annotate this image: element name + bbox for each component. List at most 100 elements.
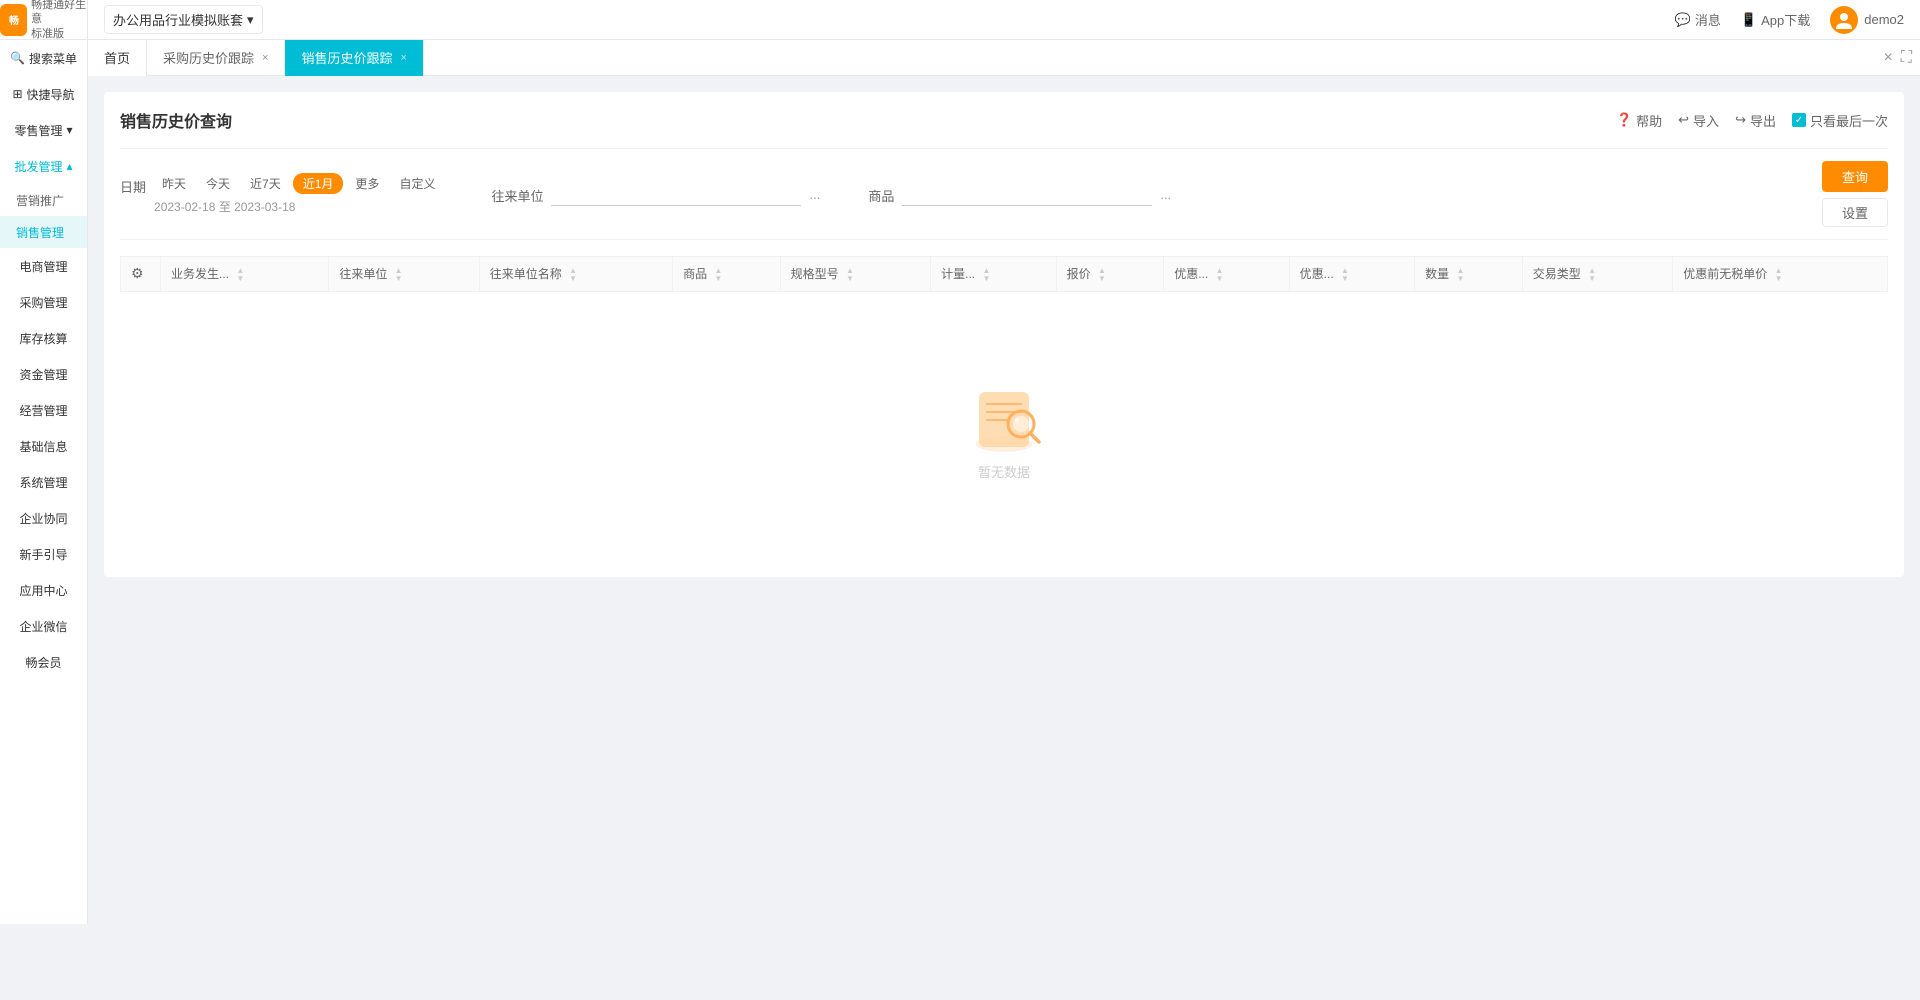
product-input-group: ... (902, 182, 1171, 206)
sidebar-item-finance[interactable]: 资金管理 (0, 356, 87, 392)
sidebar-item-system[interactable]: 系统管理 (0, 464, 87, 500)
date-btn-custom[interactable]: 自定义 (391, 173, 443, 194)
query-button[interactable]: 查询 (1822, 161, 1888, 192)
sort-quote[interactable]: ▲▼ (1098, 267, 1106, 283)
sort-unit[interactable]: ▲▼ (982, 267, 990, 283)
tab-bar: 首页 采购历史价跟踪 × 销售历史价跟踪 × × ⛶ (88, 40, 1920, 76)
svg-text:畅: 畅 (9, 14, 19, 27)
help-btn[interactable]: ❓ 帮助 (1616, 111, 1662, 130)
date-btn-more[interactable]: 更多 (347, 173, 387, 194)
sidebar-item-ecommerce[interactable]: 电商管理 (0, 248, 87, 284)
sort-discount1[interactable]: ▲▼ (1216, 267, 1224, 283)
product-input[interactable] (902, 182, 1152, 206)
sort-product[interactable]: ▲▼ (714, 267, 722, 283)
th-spec: 规格型号 ▲▼ (780, 257, 930, 292)
date-btn-today[interactable]: 今天 (198, 173, 238, 194)
table-header-row: ⚙ 业务发生... ▲▼ 往来单位 ▲▼ 往来单位名称 ▲▼ (121, 257, 1888, 292)
sort-partner-name[interactable]: ▲▼ (569, 267, 577, 283)
sidebar-item-search[interactable]: 🔍 搜索菜单 (0, 40, 87, 76)
tab-home[interactable]: 首页 (88, 40, 147, 76)
empty-text: 暂无数据 (978, 462, 1030, 481)
empty-illustration (959, 372, 1049, 462)
page-container: 销售历史价查询 ❓ 帮助 ↩ 导入 ↪ 导出 只看最后一次 (104, 92, 1904, 577)
search-icon: 🔍 (10, 51, 25, 65)
sidebar-item-wechat[interactable]: 企业微信 (0, 608, 87, 644)
user-menu[interactable]: demo2 (1830, 6, 1904, 34)
partner-input[interactable] (551, 182, 801, 206)
filter-action-buttons: 查询 设置 (1822, 161, 1888, 227)
tab-bar-actions: × ⛶ (1883, 49, 1920, 67)
tab-close-sales[interactable]: × (400, 52, 406, 64)
th-product: 商品 ▲▼ (673, 257, 781, 292)
th-partner-name: 往来单位名称 ▲▼ (479, 257, 672, 292)
th-quantity: 数量 ▲▼ (1415, 257, 1523, 292)
sidebar-logo: 畅 畅捷通好生意 标准版 (0, 0, 88, 40)
tab-close-all-btn[interactable]: × (1883, 49, 1892, 67)
sidebar-item-basic[interactable]: 基础信息 (0, 428, 87, 464)
app-download-btn[interactable]: 📱 App下载 (1741, 10, 1810, 29)
only-last-checkbox[interactable] (1792, 113, 1806, 127)
sidebar-item-member[interactable]: 畅会员 (0, 644, 87, 680)
date-filter-label: 日期 (120, 173, 146, 196)
th-biz-date: 业务发生... ▲▼ (161, 257, 329, 292)
sidebar-sub-item-sales[interactable]: 销售管理 (0, 216, 87, 248)
import-icon: ↩ (1678, 112, 1689, 128)
avatar (1830, 6, 1858, 34)
product-filter-group: 商品 ... (868, 182, 1171, 206)
message-icon: 💬 (1675, 12, 1691, 28)
page-actions: ❓ 帮助 ↩ 导入 ↪ 导出 只看最后一次 (1616, 111, 1888, 130)
import-btn[interactable]: ↩ 导入 (1678, 111, 1719, 130)
th-settings: ⚙ (121, 257, 161, 292)
sidebar-item-guide[interactable]: 新手引导 (0, 536, 87, 572)
product-dots[interactable]: ... (1160, 187, 1171, 202)
sort-partner-code[interactable]: ▲▼ (395, 267, 403, 283)
sort-pretax-price[interactable]: ▲▼ (1775, 267, 1783, 283)
tab-purchase[interactable]: 采购历史价跟踪 × (147, 40, 285, 76)
tab-fullscreen-btn[interactable]: ⛶ (1901, 49, 1912, 67)
settings-button[interactable]: 设置 (1822, 198, 1888, 227)
date-btn-row: 昨天 今天 近7天 近1月 更多 自定义 (154, 173, 443, 194)
date-range-display: 2023-02-18 至 2023-03-18 (154, 198, 443, 215)
sidebar-sub-item-marketing[interactable]: 营销推广 (0, 184, 87, 216)
partner-filter-label: 往来单位 (491, 182, 543, 205)
sort-biz-date[interactable]: ▲▼ (236, 267, 244, 283)
top-header: 办公用品行业模拟账套 ▾ 💬 消息 📱 App下载 demo2 (88, 0, 1920, 40)
sidebar-item-shortcuts[interactable]: ⊞ 快捷导航 (0, 76, 87, 112)
sort-discount2[interactable]: ▲▼ (1341, 267, 1349, 283)
sidebar-item-app-center[interactable]: 应用中心 (0, 572, 87, 608)
sidebar-item-enterprise[interactable]: 企业协同 (0, 500, 87, 536)
chevron-down-icon: ▾ (247, 12, 254, 28)
help-icon: ❓ (1616, 112, 1632, 128)
sort-quantity[interactable]: ▲▼ (1457, 267, 1465, 283)
sidebar: 畅 畅捷通好生意 标准版 🔍 搜索菜单 ⊞ 快捷导航 零售管理 ▾ 批发管理 ▴… (0, 0, 88, 924)
th-pretax-price: 优惠前无税单价 ▲▼ (1673, 257, 1888, 292)
table-gear-icon[interactable]: ⚙ (131, 265, 144, 281)
th-trade-type: 交易类型 ▲▼ (1522, 257, 1672, 292)
sidebar-item-operations[interactable]: 经营管理 (0, 392, 87, 428)
message-btn[interactable]: 💬 消息 (1675, 10, 1721, 29)
chevron-down-icon: ▾ (66, 123, 72, 137)
date-btn-7days[interactable]: 近7天 (242, 173, 289, 194)
export-btn[interactable]: ↪ 导出 (1735, 111, 1776, 130)
export-icon: ↪ (1735, 112, 1746, 128)
account-dropdown[interactable]: 办公用品行业模拟账套 ▾ (104, 5, 263, 34)
sidebar-item-retail[interactable]: 零售管理 ▾ (0, 112, 87, 148)
partner-dots[interactable]: ... (809, 187, 820, 202)
date-filter-options: 昨天 今天 近7天 近1月 更多 自定义 2023-02-18 至 2023-0… (154, 173, 443, 215)
sidebar-item-wholesale[interactable]: 批发管理 ▴ (0, 148, 87, 184)
sidebar-item-inventory[interactable]: 库存核算 (0, 320, 87, 356)
tab-sales[interactable]: 销售历史价跟踪 × (285, 40, 423, 76)
chevron-up-icon: ▴ (66, 159, 72, 173)
sort-trade-type[interactable]: ▲▼ (1588, 267, 1596, 283)
grid-icon: ⊞ (12, 87, 22, 101)
table-header: ⚙ 业务发生... ▲▼ 往来单位 ▲▼ 往来单位名称 ▲▼ (121, 257, 1888, 292)
date-btn-yesterday[interactable]: 昨天 (154, 173, 194, 194)
main-content: 销售历史价查询 ❓ 帮助 ↩ 导入 ↪ 导出 只看最后一次 (88, 76, 1920, 924)
only-last-checkbox-wrap[interactable]: 只看最后一次 (1792, 111, 1888, 130)
date-btn-1month[interactable]: 近1月 (293, 173, 344, 194)
page-title: 销售历史价查询 (120, 108, 232, 132)
tab-close-purchase[interactable]: × (262, 52, 268, 64)
sidebar-item-purchase[interactable]: 采购管理 (0, 284, 87, 320)
sort-spec[interactable]: ▲▼ (846, 267, 854, 283)
filter-bar: 日期 昨天 今天 近7天 近1月 更多 自定义 2023-02-18 至 202… (120, 148, 1888, 240)
